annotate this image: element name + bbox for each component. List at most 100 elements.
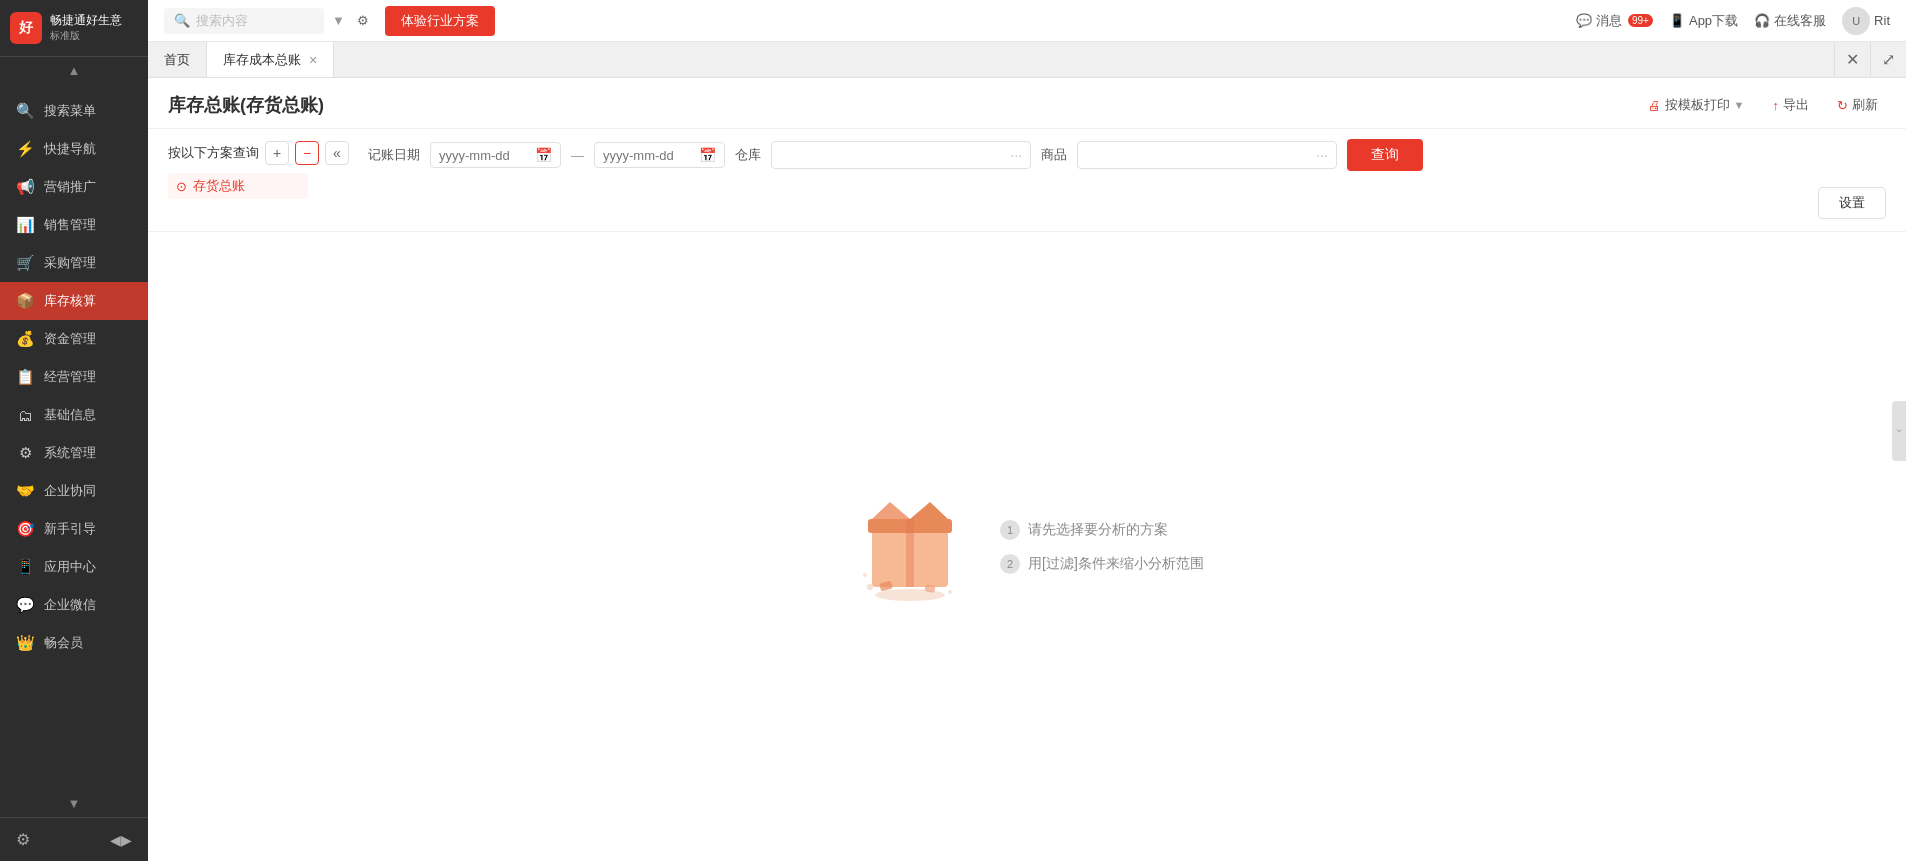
- scheme-icon: ⊙: [176, 179, 187, 194]
- sidebar-item-marketing[interactable]: 📢 营销推广: [0, 168, 148, 206]
- sidebar-item-label-search: 搜索菜单: [44, 102, 96, 120]
- tabbar-expand-btn[interactable]: ⤢: [1870, 42, 1906, 78]
- sidebar-item-system[interactable]: ⚙ 系统管理: [0, 434, 148, 472]
- user-name: Rit: [1874, 13, 1890, 28]
- sidebar-nav: 🔍 搜索菜单 ⚡ 快捷导航 📢 营销推广 📊 销售管理 🛒 采购管理 📦 库存核…: [0, 84, 148, 790]
- settings-row: 设置: [368, 181, 1886, 219]
- date-end-field[interactable]: [603, 148, 693, 163]
- refresh-btn[interactable]: ↻ 刷新: [1829, 92, 1886, 118]
- refresh-icon: ↻: [1837, 98, 1848, 113]
- sidebar-settings-icon[interactable]: ⚙: [16, 830, 30, 849]
- sidebar-scroll-down[interactable]: ▼: [0, 790, 148, 817]
- filter-remove-btn[interactable]: −: [295, 141, 319, 165]
- tab-close-icon[interactable]: ×: [309, 53, 317, 67]
- sidebar-item-inventory[interactable]: 📦 库存核算: [0, 282, 148, 320]
- scheme-item[interactable]: ⊙ 存货总账: [168, 173, 308, 199]
- empty-tip-2: 2 用[过滤]条件来缩小分析范围: [1000, 554, 1204, 574]
- print-chevron-icon[interactable]: ▼: [1734, 99, 1745, 111]
- page-actions: 🖨 按模板打印 ▼ ↑ 导出 ↻ 刷新: [1640, 92, 1886, 118]
- tab-active-label: 库存成本总账: [223, 51, 301, 69]
- user-area[interactable]: U Rit: [1842, 7, 1890, 35]
- message-item[interactable]: 💬 消息 99+: [1576, 12, 1653, 30]
- tip-num-2: 2: [1000, 554, 1020, 574]
- print-icon: 🖨: [1648, 98, 1661, 113]
- sidebar-item-operations[interactable]: 📋 经营管理: [0, 358, 148, 396]
- system-icon: ⚙: [16, 444, 34, 462]
- tip-text-2: 用[过滤]条件来缩小分析范围: [1028, 555, 1204, 573]
- sidebar-collapse-icon[interactable]: ◀▶: [110, 832, 132, 848]
- warehouse-input[interactable]: ···: [771, 141, 1031, 169]
- sidebar: 好 畅捷通好生意 标准版 ▲ 🔍 搜索菜单 ⚡ 快捷导航 📢 营销推广 📊 销售…: [0, 0, 148, 861]
- empty-state: 1 请先选择要分析的方案 2 用[过滤]条件来缩小分析范围: [148, 232, 1906, 861]
- right-edge-handle[interactable]: ›: [1892, 401, 1906, 461]
- tabbar-close-btn[interactable]: ✕: [1834, 42, 1870, 78]
- sidebar-item-appcenter[interactable]: 📱 应用中心: [0, 548, 148, 586]
- filter-collapse-btn[interactable]: «: [325, 141, 349, 165]
- settings-btn[interactable]: 设置: [1818, 187, 1886, 219]
- vip-icon: 👑: [16, 634, 34, 652]
- svg-point-8: [863, 573, 867, 577]
- topbar-search[interactable]: 🔍 搜索内容: [164, 8, 324, 34]
- tab-home[interactable]: 首页: [148, 42, 207, 77]
- empty-illustration: [850, 487, 970, 607]
- empty-svg: [850, 487, 970, 607]
- sidebar-item-label-operations: 经营管理: [44, 368, 96, 386]
- sidebar-item-label-sales: 销售管理: [44, 216, 96, 234]
- sidebar-item-newbie[interactable]: 🎯 新手引导: [0, 510, 148, 548]
- svg-point-7: [948, 590, 952, 594]
- appcenter-icon: 📱: [16, 558, 34, 576]
- sidebar-item-wecom[interactable]: 💬 企业微信: [0, 586, 148, 624]
- print-btn[interactable]: 🖨 按模板打印 ▼: [1640, 92, 1753, 118]
- online-support-item[interactable]: 🎧 在线客服: [1754, 12, 1826, 30]
- date-start-field[interactable]: [439, 148, 529, 163]
- export-btn[interactable]: ↑ 导出: [1765, 92, 1818, 118]
- logo-area: 好 畅捷通好生意 标准版: [0, 0, 148, 57]
- scheme-label: 存货总账: [193, 177, 245, 195]
- svg-point-6: [867, 584, 873, 590]
- query-btn[interactable]: 查询: [1347, 139, 1423, 171]
- export-label: 导出: [1783, 96, 1809, 114]
- date-label: 记账日期: [368, 146, 420, 164]
- industry-btn[interactable]: 体验行业方案: [385, 6, 495, 36]
- message-badge: 99+: [1628, 14, 1653, 27]
- marketing-icon: 📢: [16, 178, 34, 196]
- topbar-left: 🔍 搜索内容 ▼ ⚙ 体验行业方案: [164, 6, 1568, 36]
- date-start-input[interactable]: 📅: [430, 142, 561, 168]
- support-icon: 🎧: [1754, 13, 1770, 28]
- sidebar-item-shortcut[interactable]: ⚡ 快捷导航: [0, 130, 148, 168]
- search-icon: 🔍: [174, 13, 190, 28]
- sidebar-item-enterprise[interactable]: 🤝 企业协同: [0, 472, 148, 510]
- filter-add-btn[interactable]: +: [265, 141, 289, 165]
- sidebar-item-finance[interactable]: 💰 资金管理: [0, 320, 148, 358]
- calendar-start-icon[interactable]: 📅: [535, 147, 552, 163]
- finance-icon: 💰: [16, 330, 34, 348]
- topbar: 🔍 搜索内容 ▼ ⚙ 体验行业方案 💬 消息 99+ 📱 App下载 🎧 在线客…: [148, 0, 1906, 42]
- product-more-icon[interactable]: ···: [1316, 147, 1328, 163]
- main-area: 🔍 搜索内容 ▼ ⚙ 体验行业方案 💬 消息 99+ 📱 App下载 🎧 在线客…: [148, 0, 1906, 861]
- logo-text: 畅捷通好生意 标准版: [50, 13, 122, 43]
- newbie-icon: 🎯: [16, 520, 34, 538]
- sidebar-item-purchase[interactable]: 🛒 采购管理: [0, 244, 148, 282]
- topbar-gear-icon[interactable]: ⚙: [357, 13, 369, 28]
- tab-inventory-cost[interactable]: 库存成本总账 ×: [207, 42, 334, 77]
- product-input[interactable]: ···: [1077, 141, 1337, 169]
- sidebar-scroll-up[interactable]: ▲: [0, 57, 148, 84]
- sidebar-item-vip[interactable]: 👑 畅会员: [0, 624, 148, 662]
- sidebar-item-sales[interactable]: 📊 销售管理: [0, 206, 148, 244]
- sidebar-item-basic[interactable]: 🗂 基础信息: [0, 396, 148, 434]
- app-download-item[interactable]: 📱 App下载: [1669, 12, 1738, 30]
- print-label: 按模板打印: [1665, 96, 1730, 114]
- sidebar-item-label-newbie: 新手引导: [44, 520, 96, 538]
- app-version: 标准版: [50, 29, 122, 43]
- search-placeholder: 搜索内容: [196, 12, 248, 30]
- date-end-input[interactable]: 📅: [594, 142, 725, 168]
- sidebar-item-label-system: 系统管理: [44, 444, 96, 462]
- filter-section: 按以下方案查询 + − « ⊙ 存货总账 记账日期: [148, 129, 1906, 232]
- sidebar-item-search[interactable]: 🔍 搜索菜单: [0, 92, 148, 130]
- warehouse-more-icon[interactable]: ···: [1010, 147, 1022, 163]
- topbar-chevron-icon[interactable]: ▼: [332, 13, 345, 28]
- filter-right: 记账日期 📅 — 📅 仓库 ·: [368, 139, 1886, 231]
- empty-tip-1: 1 请先选择要分析的方案: [1000, 520, 1204, 540]
- shortcut-icon: ⚡: [16, 140, 34, 158]
- calendar-end-icon[interactable]: 📅: [699, 147, 716, 163]
